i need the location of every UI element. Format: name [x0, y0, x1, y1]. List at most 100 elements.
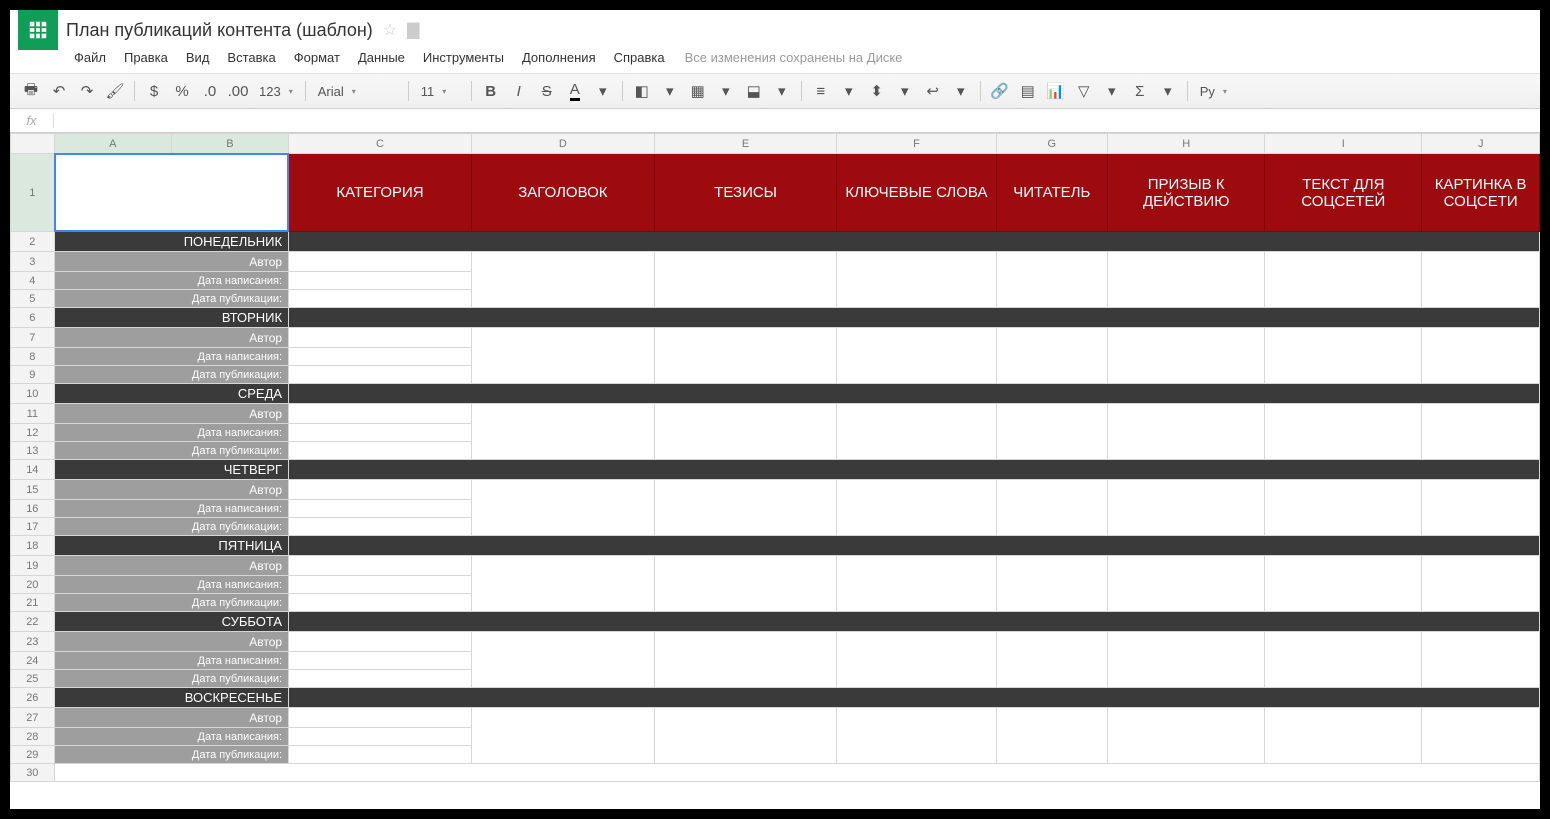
day-label[interactable]: ЧЕТВЕРГ — [54, 460, 288, 480]
row-header[interactable]: 24 — [11, 652, 55, 670]
row-header[interactable]: 19 — [11, 556, 55, 576]
cell[interactable] — [289, 594, 472, 612]
day-row-rest[interactable] — [289, 688, 1540, 708]
cell[interactable] — [1422, 404, 1540, 460]
row-header[interactable]: 4 — [11, 272, 55, 290]
cell[interactable] — [289, 480, 472, 500]
cell[interactable] — [996, 556, 1108, 612]
cell[interactable] — [289, 556, 472, 576]
row-label-author[interactable]: Автор — [54, 708, 288, 728]
cell[interactable] — [1265, 480, 1422, 536]
row-header[interactable]: 28 — [11, 728, 55, 746]
cell[interactable] — [1265, 404, 1422, 460]
cell[interactable] — [289, 670, 472, 688]
cell[interactable] — [654, 480, 837, 536]
header-social-image[interactable]: КАРТИНКА В СОЦСЕТИ — [1422, 154, 1540, 232]
row-label-written[interactable]: Дата написания: — [54, 500, 288, 518]
cell[interactable] — [1108, 556, 1265, 612]
row-header[interactable]: 27 — [11, 708, 55, 728]
cell[interactable] — [1108, 404, 1265, 460]
cell[interactable] — [837, 632, 996, 688]
sheets-logo[interactable] — [18, 10, 58, 50]
cell[interactable] — [289, 632, 472, 652]
cell[interactable] — [289, 424, 472, 442]
day-row-rest[interactable] — [289, 460, 1540, 480]
cell[interactable] — [289, 328, 472, 348]
fontsize-select[interactable]: 11▾ — [415, 78, 465, 104]
cell[interactable] — [1422, 556, 1540, 612]
row-label-published[interactable]: Дата публикации: — [54, 290, 288, 308]
row-header[interactable]: 22 — [11, 612, 55, 632]
day-label[interactable]: СУББОТА — [54, 612, 288, 632]
menu-file[interactable]: Файл — [66, 46, 114, 69]
cell[interactable] — [1265, 708, 1422, 764]
cell[interactable] — [289, 290, 472, 308]
folder-icon[interactable]: ▇ — [407, 20, 419, 40]
strike-icon[interactable]: S — [534, 78, 560, 104]
undo-icon[interactable]: ↶ — [46, 78, 72, 104]
row-label-author[interactable]: Автор — [54, 252, 288, 272]
row-label-written[interactable]: Дата написания: — [54, 424, 288, 442]
day-row-rest[interactable] — [289, 308, 1540, 328]
menu-view[interactable]: Вид — [178, 46, 218, 69]
cell[interactable] — [654, 632, 837, 688]
row-label-author[interactable]: Автор — [54, 632, 288, 652]
wrap-icon[interactable]: ↩ — [920, 78, 946, 104]
cell[interactable] — [1422, 708, 1540, 764]
row-label-written[interactable]: Дата написания: — [54, 272, 288, 290]
col-header[interactable]: G — [996, 134, 1108, 154]
row-label-author[interactable]: Автор — [54, 480, 288, 500]
menu-tools[interactable]: Инструменты — [415, 46, 512, 69]
cell[interactable] — [837, 480, 996, 536]
row-header[interactable]: 16 — [11, 500, 55, 518]
cell[interactable] — [1108, 480, 1265, 536]
day-label[interactable]: ВТОРНИК — [54, 308, 288, 328]
cell[interactable] — [289, 652, 472, 670]
cell[interactable] — [837, 708, 996, 764]
row-header[interactable]: 20 — [11, 576, 55, 594]
percent-icon[interactable]: % — [169, 78, 195, 104]
cell[interactable] — [289, 272, 472, 290]
header-category[interactable]: КАТЕГОРИЯ — [289, 154, 472, 232]
cell[interactable] — [1422, 480, 1540, 536]
row-label-author[interactable]: Автор — [54, 556, 288, 576]
cell[interactable] — [1108, 328, 1265, 384]
paint-format-icon[interactable]: 🖌 — [102, 78, 128, 104]
day-label[interactable]: ПЯТНИЦА — [54, 536, 288, 556]
col-header[interactable]: F — [837, 134, 996, 154]
row-header[interactable]: 29 — [11, 746, 55, 764]
cell[interactable] — [837, 556, 996, 612]
cell[interactable] — [1422, 632, 1540, 688]
borders-icon[interactable]: ▦ — [685, 78, 711, 104]
row-header[interactable]: 15 — [11, 480, 55, 500]
fill-dd-icon[interactable]: ▾ — [657, 78, 683, 104]
cell[interactable] — [1265, 328, 1422, 384]
col-header[interactable]: C — [289, 134, 472, 154]
menu-help[interactable]: Справка — [606, 46, 673, 69]
merge-dd-icon[interactable]: ▾ — [769, 78, 795, 104]
row-header[interactable]: 18 — [11, 536, 55, 556]
day-label[interactable]: ВОСКРЕСЕНЬЕ — [54, 688, 288, 708]
header-reader[interactable]: ЧИТАТЕЛЬ — [996, 154, 1108, 232]
row-label-published[interactable]: Дата публикации: — [54, 594, 288, 612]
menu-format[interactable]: Формат — [286, 46, 348, 69]
print-icon[interactable]: 🖶 — [18, 78, 44, 104]
cell[interactable] — [1265, 252, 1422, 308]
cell[interactable] — [996, 632, 1108, 688]
bold-icon[interactable]: B — [478, 78, 504, 104]
cell-a1[interactable] — [54, 154, 288, 232]
cell[interactable] — [837, 328, 996, 384]
header-social-text[interactable]: ТЕКСТ ДЛЯ СОЦСЕТЕЙ — [1265, 154, 1422, 232]
row-header[interactable]: 1 — [11, 154, 55, 232]
cell[interactable] — [471, 632, 654, 688]
increase-decimal-icon[interactable]: .00 — [225, 78, 251, 104]
cell[interactable] — [289, 746, 472, 764]
row-label-published[interactable]: Дата публикации: — [54, 746, 288, 764]
row-header[interactable]: 9 — [11, 366, 55, 384]
functions-icon[interactable]: Σ — [1127, 78, 1153, 104]
header-keywords[interactable]: КЛЮЧЕВЫЕ СЛОВА — [837, 154, 996, 232]
doc-title[interactable]: План публикаций контента (шаблон) — [66, 20, 373, 41]
halign-icon[interactable]: ≡ — [808, 78, 834, 104]
menu-edit[interactable]: Правка — [116, 46, 176, 69]
row-header[interactable]: 30 — [11, 764, 55, 782]
